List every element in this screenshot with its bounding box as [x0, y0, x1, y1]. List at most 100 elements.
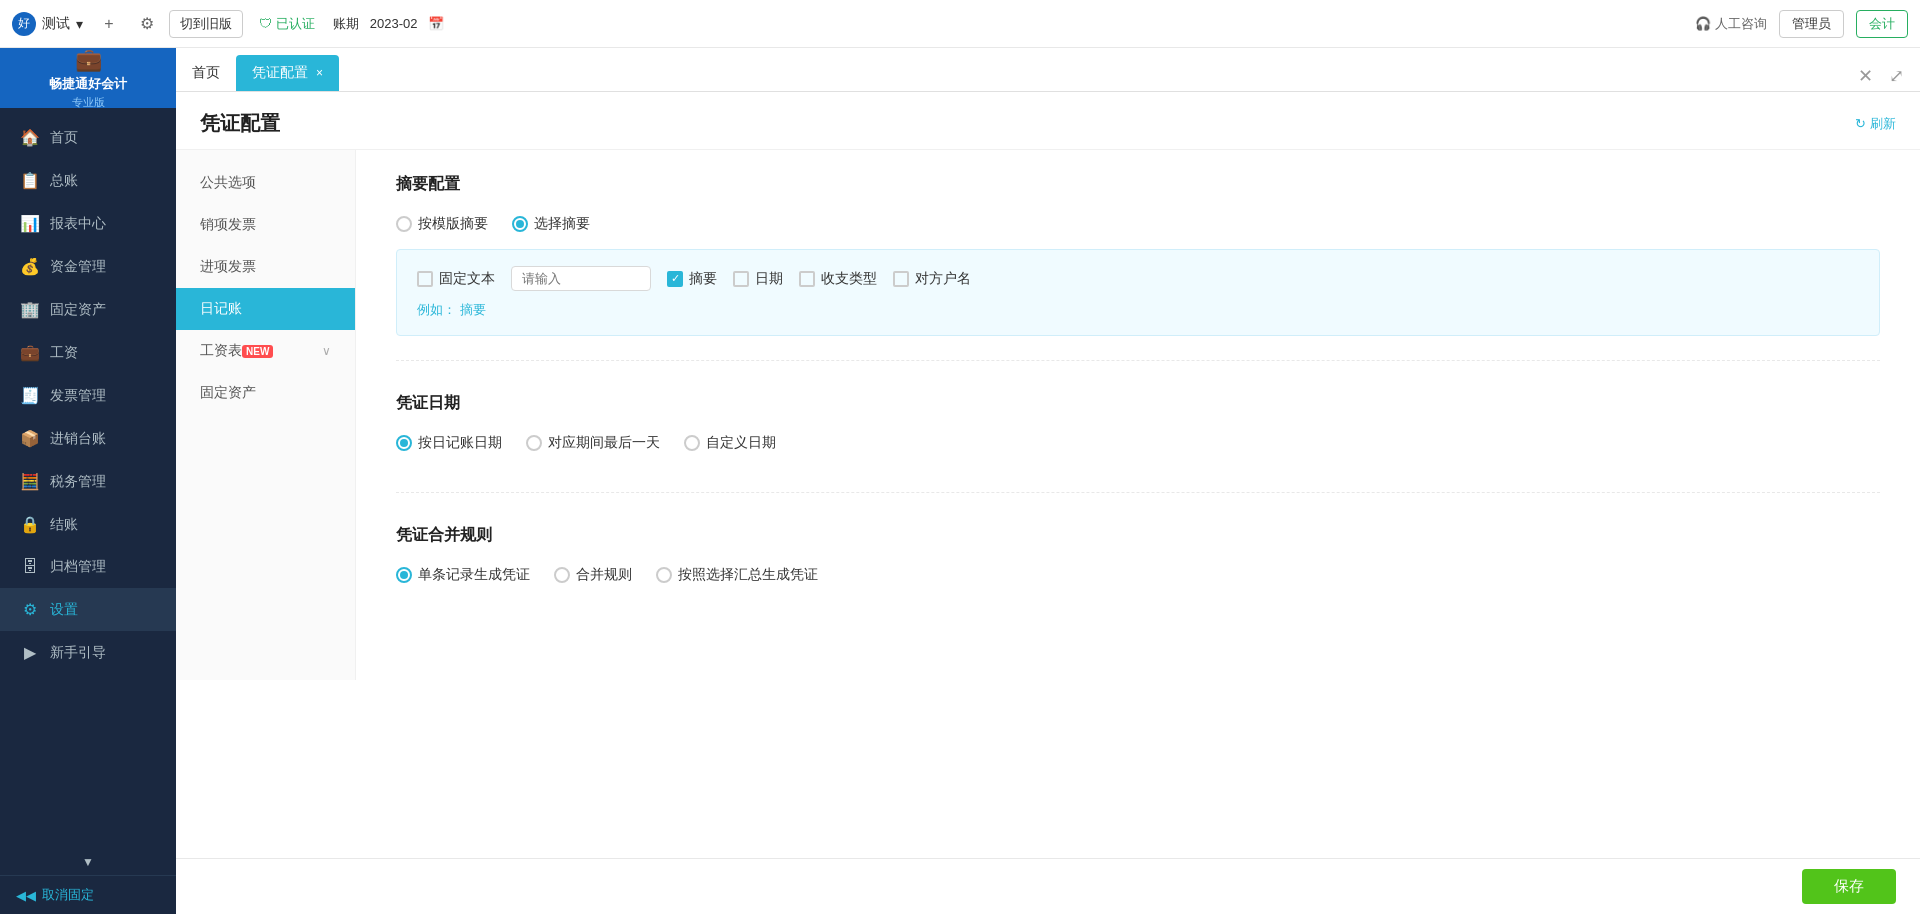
switch-old-version-button[interactable]: 切到旧版: [169, 10, 243, 38]
merge-single-radio[interactable]: [396, 567, 412, 583]
date-period-last-radio[interactable]: [526, 435, 542, 451]
company-name: 测试: [42, 15, 70, 33]
config-nav-purchase-invoice[interactable]: 进项发票: [176, 246, 355, 288]
summary-config-row: 固定文本 摘要 日期: [417, 266, 1859, 291]
sidebar-item-finance[interactable]: 💰 资金管理: [0, 245, 176, 288]
cancel-fixed-button[interactable]: ◀◀ 取消固定: [0, 875, 176, 914]
tab-home-label: 首页: [192, 64, 220, 82]
tab-voucher-config[interactable]: 凭证配置 ×: [236, 55, 339, 91]
section-date: 凭证日期 按日记账日期 对应期间最后一天: [396, 393, 1880, 493]
summary-template-radio[interactable]: [396, 216, 412, 232]
tab-close-button[interactable]: ×: [316, 66, 323, 80]
sidebar-item-assets[interactable]: 🏢 固定资产: [0, 288, 176, 331]
section-summary-title: 摘要配置: [396, 174, 1880, 195]
summary-checkbox[interactable]: [667, 271, 683, 287]
sidebar-scroll-down[interactable]: ▼: [0, 849, 176, 875]
settings-button[interactable]: ⚙: [133, 10, 161, 38]
tabbar-actions: ✕ ⤢: [1854, 61, 1920, 91]
config-nav-sales-invoice[interactable]: 销项发票: [176, 204, 355, 246]
config-nav-payroll[interactable]: 工资表 NEW ∨: [176, 330, 355, 372]
counterparty-checkbox-label: 对方户名: [915, 270, 971, 288]
sidebar-label-report: 报表中心: [50, 215, 106, 233]
merge-rule-radio[interactable]: [554, 567, 570, 583]
date-journal-label: 按日记账日期: [418, 434, 502, 452]
merge-option-single[interactable]: 单条记录生成凭证: [396, 566, 530, 584]
config-nav-public-label: 公共选项: [200, 174, 256, 190]
company-selector[interactable]: 好 测试 ▾: [12, 12, 83, 36]
page-content: 凭证配置 ↻ 刷新 公共选项 销项发票: [176, 92, 1920, 858]
merge-option-rule[interactable]: 合并规则: [554, 566, 632, 584]
example-prefix: 例如：: [417, 302, 456, 317]
config-nav-payroll-label: 工资表: [200, 342, 242, 360]
tab-voucher-config-label: 凭证配置: [252, 64, 308, 82]
merge-option-select[interactable]: 按照选择汇总生成凭证: [656, 566, 818, 584]
sidebar: 💼 畅捷通好会计 专业版 🏠 首页 📋 总账 📊 报表中心 💰 资金管理 �: [0, 48, 176, 914]
calendar-icon[interactable]: 📅: [428, 16, 444, 31]
summary-option-select[interactable]: 选择摘要: [512, 215, 590, 233]
counterparty-checkbox-item[interactable]: 对方户名: [893, 270, 971, 288]
expand-window-button[interactable]: ⤢: [1885, 61, 1908, 91]
shield-icon: 🛡: [259, 16, 272, 31]
date-option-journal[interactable]: 按日记账日期: [396, 434, 502, 452]
fixed-text-input[interactable]: [511, 266, 651, 291]
close-window-button[interactable]: ✕: [1854, 61, 1877, 91]
sidebar-item-home[interactable]: 🏠 首页: [0, 116, 176, 159]
save-button[interactable]: 保存: [1802, 869, 1896, 904]
sidebar-item-close[interactable]: 🔒 结账: [0, 503, 176, 546]
sidebar-label-ledger: 总账: [50, 172, 78, 190]
sidebar-item-settings[interactable]: ⚙ 设置: [0, 588, 176, 631]
date-option-custom[interactable]: 自定义日期: [684, 434, 776, 452]
config-nav-public[interactable]: 公共选项: [176, 162, 355, 204]
income-type-checkbox-label: 收支类型: [821, 270, 877, 288]
sidebar-item-report[interactable]: 📊 报表中心: [0, 202, 176, 245]
summary-checkbox-item[interactable]: 摘要: [667, 270, 717, 288]
new-badge: NEW: [242, 345, 273, 358]
sidebar-item-guide[interactable]: ▶ 新手引导: [0, 631, 176, 674]
date-custom-radio[interactable]: [684, 435, 700, 451]
merge-select-radio[interactable]: [656, 567, 672, 583]
sidebar-item-invoice[interactable]: 🧾 发票管理: [0, 374, 176, 417]
sidebar-item-archive[interactable]: 🗄 归档管理: [0, 546, 176, 588]
sidebar-item-ledger[interactable]: 📋 总账: [0, 159, 176, 202]
pin-icon: ◀◀: [16, 888, 36, 903]
expand-chevron-icon: ∨: [322, 344, 331, 358]
config-nav-fixed-assets[interactable]: 固定资产: [176, 372, 355, 414]
date-checkbox[interactable]: [733, 271, 749, 287]
config-nav: 公共选项 销项发票 进项发票 日记账 工资表: [176, 150, 356, 680]
config-main: 摘要配置 按模版摘要 选择摘要: [356, 150, 1920, 680]
merge-radio-group: 单条记录生成凭证 合并规则 按照选择汇总生成凭证: [396, 566, 1880, 584]
sidebar-item-purchase[interactable]: 📦 进销台账: [0, 417, 176, 460]
sidebar-item-salary[interactable]: 💼 工资: [0, 331, 176, 374]
fixed-text-label: 固定文本: [439, 270, 495, 288]
purchase-icon: 📦: [20, 429, 40, 448]
logo-text: 畅捷通好会计: [49, 75, 127, 93]
config-nav-fixed-assets-label: 固定资产: [200, 384, 256, 400]
user-button[interactable]: 管理员: [1779, 10, 1844, 38]
config-nav-sales-invoice-label: 销项发票: [200, 216, 256, 232]
accountant-button[interactable]: 会计: [1856, 10, 1908, 38]
assets-icon: 🏢: [20, 300, 40, 319]
main-layout: 💼 畅捷通好会计 专业版 🏠 首页 📋 总账 📊 报表中心 💰 资金管理 �: [0, 48, 1920, 914]
income-type-checkbox[interactable]: [799, 271, 815, 287]
refresh-button[interactable]: ↻ 刷新: [1855, 115, 1896, 133]
counterparty-checkbox[interactable]: [893, 271, 909, 287]
fixed-text-checkbox-item[interactable]: 固定文本: [417, 270, 495, 288]
date-checkbox-item[interactable]: 日期: [733, 270, 783, 288]
fixed-text-checkbox[interactable]: [417, 271, 433, 287]
tab-home[interactable]: 首页: [176, 55, 236, 91]
payroll-expand: 工资表 NEW: [200, 342, 273, 360]
help-button[interactable]: 🎧 人工咨询: [1695, 15, 1767, 33]
sidebar-item-tax[interactable]: 🧮 税务管理: [0, 460, 176, 503]
add-button[interactable]: +: [95, 10, 123, 38]
dropdown-icon[interactable]: ▾: [76, 16, 83, 32]
sidebar-label-guide: 新手引导: [50, 644, 106, 662]
summary-select-radio[interactable]: [512, 216, 528, 232]
home-icon: 🏠: [20, 128, 40, 147]
topbar-status: 🛡 已认证 账期 2023-02 📅: [259, 15, 444, 33]
summary-option-template[interactable]: 按模版摘要: [396, 215, 488, 233]
sidebar-label-archive: 归档管理: [50, 558, 106, 576]
date-option-period-last[interactable]: 对应期间最后一天: [526, 434, 660, 452]
date-journal-radio[interactable]: [396, 435, 412, 451]
income-type-checkbox-item[interactable]: 收支类型: [799, 270, 877, 288]
config-nav-journal[interactable]: 日记账: [176, 288, 355, 330]
